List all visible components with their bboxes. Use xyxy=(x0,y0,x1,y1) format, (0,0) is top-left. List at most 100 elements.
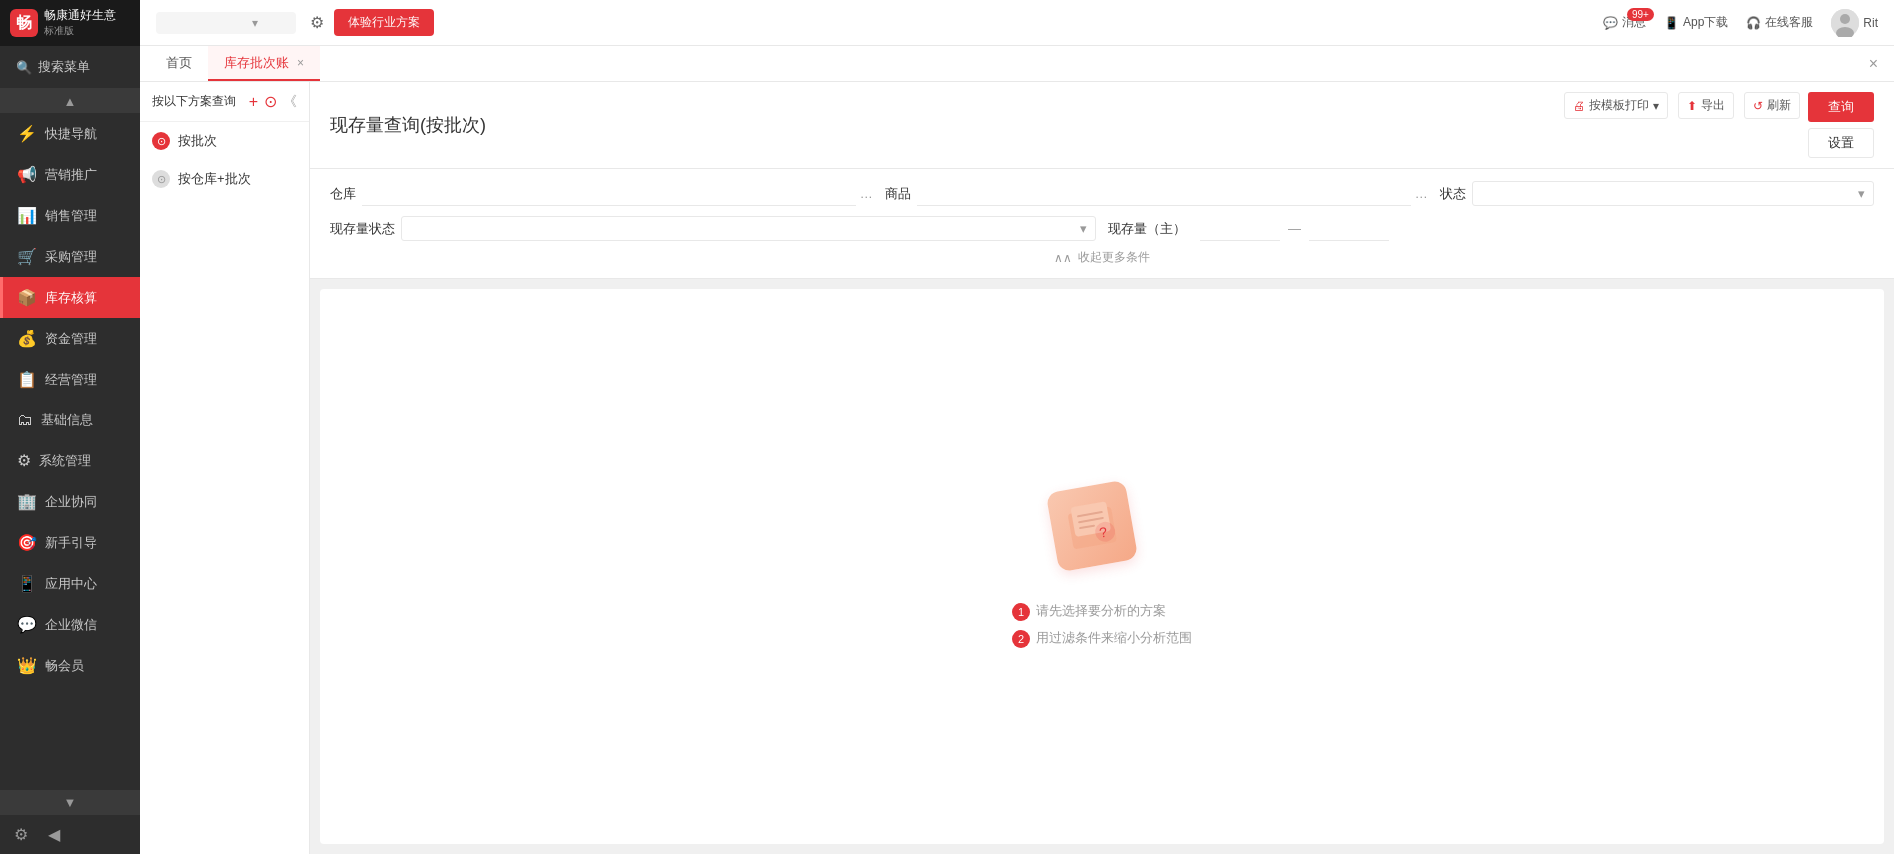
newbie-icon: 🎯 xyxy=(17,533,37,552)
sidebar-scroll-up[interactable]: ▲ xyxy=(0,89,140,113)
collapse-conditions-button[interactable]: ∧∧ 收起更多条件 xyxy=(330,241,1874,266)
search-icon: 🔍 xyxy=(16,60,32,75)
product-filter: 商品 … xyxy=(885,182,1428,206)
left-panel-title: 按以下方案查询 xyxy=(152,93,236,110)
stock-qty-dash: — xyxy=(1288,221,1301,236)
finance-icon: 💰 xyxy=(17,329,37,348)
sidebar-item-label: 采购管理 xyxy=(45,248,97,266)
purchase-icon: 🛒 xyxy=(17,247,37,266)
settings-icon[interactable]: ⚙ xyxy=(14,825,28,844)
refresh-icon: ↺ xyxy=(1753,99,1763,113)
hint-1-text: 请先选择要分析的方案 xyxy=(1036,602,1166,620)
stock-status-select[interactable]: ▾ xyxy=(401,216,1096,241)
scheme-item-label: 按仓库+批次 xyxy=(178,170,251,188)
topbar-search-input[interactable] xyxy=(166,16,246,30)
page-header-actions: 🖨 按模板打印 ▾ ⬆ 导出 ↺ 刷新 xyxy=(1564,92,1800,119)
scheme-item-by-batch[interactable]: ⊙ 按批次 xyxy=(140,122,309,160)
experience-button[interactable]: 体验行业方案 xyxy=(334,9,434,36)
product-input[interactable] xyxy=(917,182,1411,206)
member-icon: 👑 xyxy=(17,656,37,675)
sidebar: 畅 畅康通好生意 标准版 🔍 搜索菜单 ▲ ⚡ 快捷导航 📢 营销推广 📊 销售… xyxy=(0,0,140,854)
empty-hint-1: 1 请先选择要分析的方案 xyxy=(1012,602,1192,621)
query-settings-col: 查询 设置 xyxy=(1808,92,1874,158)
sidebar-item-label: 系统管理 xyxy=(39,452,91,470)
messages-badge: 99+ xyxy=(1627,8,1654,21)
empty-state: ? 1 请先选择要分析的方案 2 用过滤条件来缩小分析范围 xyxy=(1012,486,1192,648)
scheme-inactive-icon: ⊙ xyxy=(152,170,170,188)
status-select[interactable]: ▾ xyxy=(1472,181,1874,206)
sidebar-brand: 畅康通好生意 标准版 xyxy=(44,8,116,38)
sidebar-item-sales[interactable]: 📊 销售管理 xyxy=(0,195,140,236)
topbar: ▾ ⚙ 体验行业方案 💬 消息 99+ 📱 App下载 🎧 在线客服 xyxy=(140,0,1894,46)
status-filter: 状态 ▾ xyxy=(1440,181,1874,206)
query-button[interactable]: 查询 xyxy=(1808,92,1874,122)
sidebar-item-wechat[interactable]: 💬 企业微信 xyxy=(0,604,140,645)
app-download-button[interactable]: 📱 App下载 xyxy=(1664,14,1728,31)
product-more-icon[interactable]: … xyxy=(1415,186,1428,201)
marketing-icon: 📢 xyxy=(17,165,37,184)
stock-qty-to-input[interactable] xyxy=(1309,217,1389,241)
enterprise-icon: 🏢 xyxy=(17,492,37,511)
filter-row-1: 仓库 … 商品 … 状态 ▾ xyxy=(330,181,1874,206)
user-profile-button[interactable]: Rit xyxy=(1831,9,1878,37)
inventory-icon: 📦 xyxy=(17,288,37,307)
sidebar-item-label: 销售管理 xyxy=(45,207,97,225)
svg-point-1 xyxy=(1840,14,1850,24)
refresh-button[interactable]: ↺ 刷新 xyxy=(1744,92,1800,119)
content-area: ? 1 请先选择要分析的方案 2 用过滤条件来缩小分析范围 xyxy=(320,289,1884,844)
sidebar-item-newbie[interactable]: 🎯 新手引导 xyxy=(0,522,140,563)
sidebar-item-label: 畅会员 xyxy=(45,657,84,675)
status-chevron-icon: ▾ xyxy=(1858,186,1865,201)
sidebar-item-label: 库存核算 xyxy=(45,289,97,307)
export-icon: ⬆ xyxy=(1687,99,1697,113)
sidebar-item-label: 基础信息 xyxy=(41,411,93,429)
topbar-gear-icon[interactable]: ⚙ xyxy=(310,13,324,32)
topbar-dropdown-icon[interactable]: ▾ xyxy=(252,16,258,30)
sidebar-item-operation[interactable]: 📋 经营管理 xyxy=(0,359,140,400)
wechat-icon: 💬 xyxy=(17,615,37,634)
sidebar-scroll-down[interactable]: ▼ xyxy=(0,790,140,814)
status-label: 状态 xyxy=(1440,185,1466,203)
tab-inventory-batch[interactable]: 库存批次账 × xyxy=(208,46,320,81)
scheme-item-by-warehouse-batch[interactable]: ⊙ 按仓库+批次 xyxy=(140,160,309,198)
sidebar-item-inventory[interactable]: 📦 库存核算 xyxy=(0,277,140,318)
warehouse-input[interactable] xyxy=(362,182,856,206)
stock-status-chevron-icon: ▾ xyxy=(1080,221,1087,236)
sidebar-item-purchase[interactable]: 🛒 采购管理 xyxy=(0,236,140,277)
right-panel: 现存量查询(按批次) 🖨 按模板打印 ▾ ⬆ 导出 ↺ xyxy=(310,82,1894,854)
export-button[interactable]: ⬆ 导出 xyxy=(1678,92,1734,119)
sidebar-item-finance[interactable]: 💰 资金管理 xyxy=(0,318,140,359)
sidebar-item-quick-nav[interactable]: ⚡ 快捷导航 xyxy=(0,113,140,154)
config-scheme-button[interactable]: ⊙ xyxy=(264,92,277,111)
main-content: ▾ ⚙ 体验行业方案 💬 消息 99+ 📱 App下载 🎧 在线客服 xyxy=(140,0,1894,854)
tab-close-button[interactable]: × xyxy=(297,56,304,70)
sidebar-item-enterprise[interactable]: 🏢 企业协同 xyxy=(0,481,140,522)
sidebar-search-section[interactable]: 🔍 搜索菜单 xyxy=(0,46,140,89)
collapse-panel-button[interactable]: 《 xyxy=(283,93,297,111)
search-menu-button[interactable]: 🔍 搜索菜单 xyxy=(10,54,130,80)
empty-icon: ? xyxy=(1052,486,1152,586)
sidebar-item-member[interactable]: 👑 畅会员 xyxy=(0,645,140,686)
add-scheme-button[interactable]: + xyxy=(249,93,258,111)
stock-qty-from-input[interactable] xyxy=(1200,217,1280,241)
tabbar: 首页 库存批次账 × × xyxy=(140,46,1894,82)
topbar-search-wrap[interactable]: ▾ xyxy=(156,12,296,34)
sidebar-item-marketing[interactable]: 📢 营销推广 xyxy=(0,154,140,195)
sidebar-item-app-center[interactable]: 📱 应用中心 xyxy=(0,563,140,604)
sidebar-item-base[interactable]: 🗂 基础信息 xyxy=(0,400,140,440)
print-dropdown-icon[interactable]: ▾ xyxy=(1653,99,1659,113)
tab-home[interactable]: 首页 xyxy=(150,46,208,81)
panel-close-button[interactable]: × xyxy=(1869,55,1878,73)
sidebar-item-system[interactable]: ⚙ 系统管理 xyxy=(0,440,140,481)
page-title: 现存量查询(按批次) xyxy=(330,113,486,137)
settings-button[interactable]: 设置 xyxy=(1808,128,1874,158)
hint-2-number: 2 xyxy=(1012,630,1030,648)
app-center-icon: 📱 xyxy=(17,574,37,593)
sidebar-nav: ⚡ 快捷导航 📢 营销推广 📊 销售管理 🛒 采购管理 📦 库存核算 💰 资金管… xyxy=(0,113,140,790)
scheme-item-label: 按批次 xyxy=(178,132,217,150)
collapse-icon[interactable]: ◀ xyxy=(48,825,60,844)
warehouse-more-icon[interactable]: … xyxy=(860,186,873,201)
print-button[interactable]: 🖨 按模板打印 ▾ xyxy=(1564,92,1668,119)
online-service-button[interactable]: 🎧 在线客服 xyxy=(1746,14,1813,31)
messages-button[interactable]: 💬 消息 99+ xyxy=(1603,14,1646,31)
